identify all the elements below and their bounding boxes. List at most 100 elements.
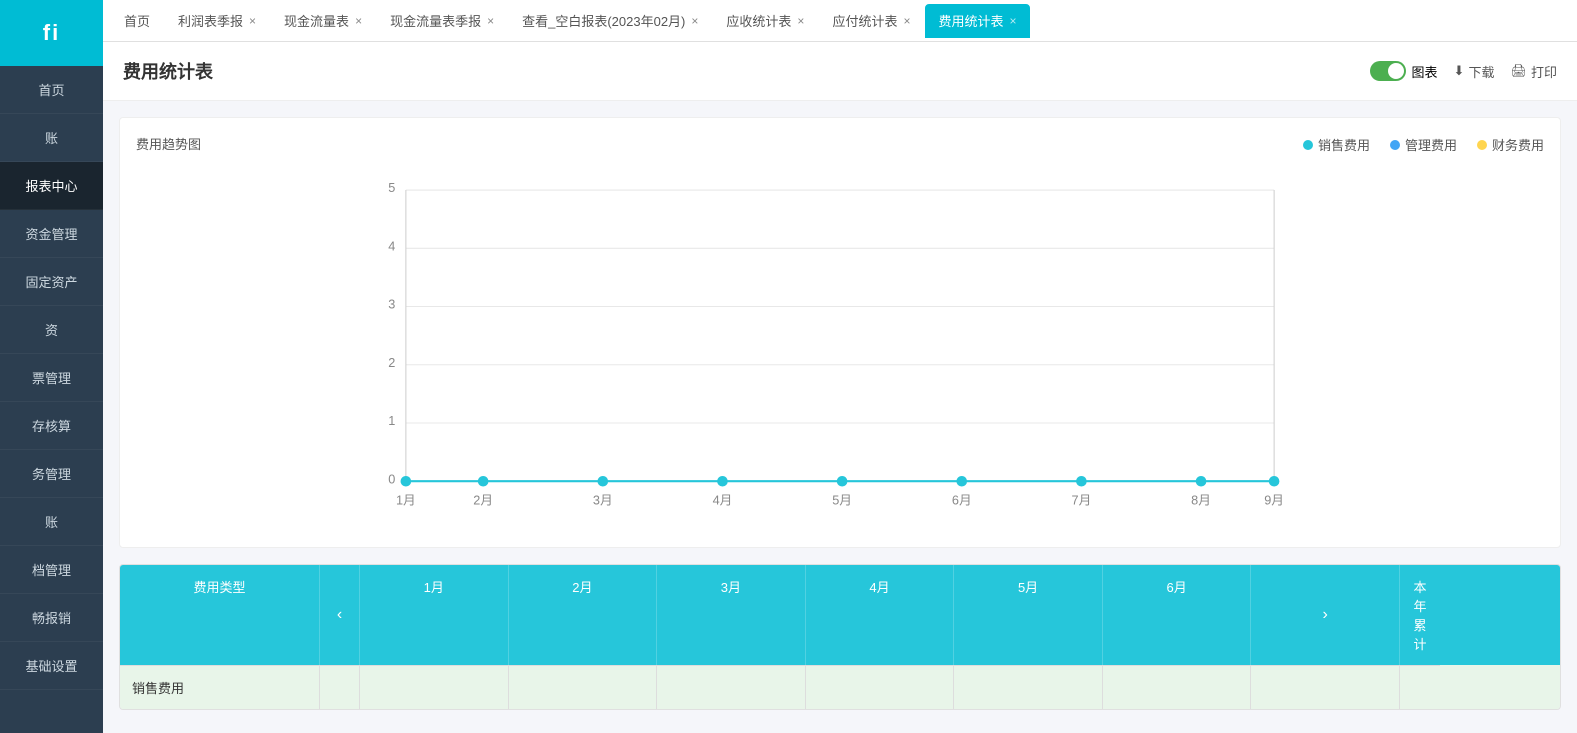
legend-admin: 管理费用 xyxy=(1390,135,1457,154)
legend-finance: 财务费用 xyxy=(1477,135,1544,154)
sidebar: fi 首页 账 报表中心 资金管理 固定资产 资 票管理 存核算 务管理 账 档… xyxy=(0,0,103,733)
sidebar-item-archive[interactable]: 档管理 xyxy=(0,546,103,594)
tab-home[interactable]: 首页 xyxy=(111,4,163,38)
sidebar-item-ledger[interactable]: 账 xyxy=(0,498,103,546)
tab-receivable-label: 应收统计表 xyxy=(726,11,791,30)
chart-area: 5 4 3 2 1 0 xyxy=(136,171,1544,531)
tab-cashflow-quarterly-close[interactable]: × xyxy=(487,14,494,28)
tab-bar: 首页 利润表季报 × 现金流量表 × 现金流量表季报 × 查看_空白报表(202… xyxy=(103,0,1577,42)
row-m1 xyxy=(360,665,509,709)
col-type: 费用类型 xyxy=(120,565,320,665)
tab-profit[interactable]: 利润表季报 × xyxy=(165,4,269,38)
sidebar-item-report[interactable]: 报表中心 xyxy=(0,162,103,210)
row-m5 xyxy=(954,665,1103,709)
col-prev[interactable]: ‹ xyxy=(320,565,360,665)
tab-payable[interactable]: 应付统计表 × xyxy=(819,4,923,38)
row-m3 xyxy=(657,665,806,709)
download-label: 下载 xyxy=(1468,62,1494,81)
tab-payable-label: 应付统计表 xyxy=(832,11,897,30)
svg-text:5: 5 xyxy=(388,181,395,195)
tab-expense[interactable]: 费用统计表 × xyxy=(925,4,1029,38)
legend-admin-dot xyxy=(1390,140,1400,150)
page-content: 费用统计表 图表 ⬇ 下载 🖨 打印 费用趋势图 xyxy=(103,42,1577,733)
tab-payable-close[interactable]: × xyxy=(903,14,910,28)
col-m3: 3月 xyxy=(657,565,806,665)
page-title: 费用统计表 xyxy=(123,58,213,84)
main-area: 首页 利润表季报 × 现金流量表 × 现金流量表季报 × 查看_空白报表(202… xyxy=(103,0,1577,733)
download-button[interactable]: ⬇ 下载 xyxy=(1454,62,1495,81)
download-icon: ⬇ xyxy=(1454,63,1465,79)
tab-blank-report[interactable]: 查看_空白报表(2023年02月) × xyxy=(509,4,711,38)
svg-text:8月: 8月 xyxy=(1191,494,1211,508)
col-next[interactable]: › xyxy=(1251,565,1400,665)
table-section: 费用类型 ‹ 1月 2月 3月 4月 5月 6月 › 本年累计 销售费用 xyxy=(119,564,1561,710)
row-nav xyxy=(320,665,360,709)
legend-sales-label: 销售费用 xyxy=(1318,135,1370,154)
sidebar-item-ticket[interactable]: 票管理 xyxy=(0,354,103,402)
tab-cashflow-label: 现金流量表 xyxy=(284,11,349,30)
table-header: 费用类型 ‹ 1月 2月 3月 4月 5月 6月 › 本年累计 xyxy=(120,565,1560,665)
row-m2 xyxy=(509,665,658,709)
legend-finance-dot xyxy=(1477,140,1487,150)
row-type: 销售费用 xyxy=(120,665,320,709)
tab-expense-close[interactable]: × xyxy=(1009,14,1016,28)
svg-text:1月: 1月 xyxy=(396,494,416,508)
tab-receivable[interactable]: 应收统计表 × xyxy=(713,4,817,38)
svg-text:9月: 9月 xyxy=(1264,494,1284,508)
col-m5: 5月 xyxy=(954,565,1103,665)
col-m2: 2月 xyxy=(509,565,658,665)
svg-text:5月: 5月 xyxy=(832,494,852,508)
svg-text:1: 1 xyxy=(388,414,395,428)
tab-cashflow-quarterly[interactable]: 现金流量表季报 × xyxy=(377,4,507,38)
chart-toggle-label: 图表 xyxy=(1412,62,1438,81)
sidebar-item-stock[interactable]: 存核算 xyxy=(0,402,103,450)
sidebar-item-service[interactable]: 务管理 xyxy=(0,450,103,498)
tab-cashflow-close[interactable]: × xyxy=(355,14,362,28)
tab-receivable-close[interactable]: × xyxy=(797,14,804,28)
svg-text:7月: 7月 xyxy=(1072,494,1092,508)
row-m4 xyxy=(806,665,955,709)
tab-blank-report-label: 查看_空白报表(2023年02月) xyxy=(522,11,685,30)
tab-home-label: 首页 xyxy=(124,11,150,30)
sidebar-item-salary[interactable]: 资 xyxy=(0,306,103,354)
chart-svg: 5 4 3 2 1 0 xyxy=(136,171,1544,531)
col-m4: 4月 xyxy=(806,565,955,665)
sidebar-item-home[interactable]: 首页 xyxy=(0,66,103,114)
legend-finance-label: 财务费用 xyxy=(1492,135,1544,154)
col-m1: 1月 xyxy=(360,565,509,665)
sidebar-item-fund[interactable]: 资金管理 xyxy=(0,210,103,258)
print-button[interactable]: 🖨 打印 xyxy=(1510,62,1557,81)
chart-section: 费用趋势图 销售费用 管理费用 财务费用 xyxy=(119,117,1561,548)
chart-toggle[interactable] xyxy=(1370,61,1406,81)
sidebar-logo: fi xyxy=(0,0,103,66)
svg-text:6月: 6月 xyxy=(952,494,972,508)
print-icon: 🖨 xyxy=(1510,63,1527,79)
row-nav2 xyxy=(1251,665,1400,709)
tab-expense-label: 费用统计表 xyxy=(938,11,1003,30)
page-header: 费用统计表 图表 ⬇ 下载 🖨 打印 xyxy=(103,42,1577,101)
svg-text:0: 0 xyxy=(388,472,395,486)
svg-text:3月: 3月 xyxy=(593,494,613,508)
tab-blank-report-close[interactable]: × xyxy=(691,14,698,28)
tab-cashflow[interactable]: 现金流量表 × xyxy=(271,4,375,38)
svg-text:4月: 4月 xyxy=(713,494,733,508)
row-m6 xyxy=(1103,665,1252,709)
col-total: 本年累计 xyxy=(1400,565,1440,665)
table-row: 销售费用 xyxy=(120,665,1560,709)
sidebar-item-sales[interactable]: 畅报销 xyxy=(0,594,103,642)
svg-text:4: 4 xyxy=(388,239,395,253)
sidebar-item-settings[interactable]: 基础设置 xyxy=(0,642,103,690)
chart-legend: 销售费用 管理费用 财务费用 xyxy=(1303,135,1544,154)
header-actions: 图表 ⬇ 下载 🖨 打印 xyxy=(1370,61,1557,81)
chart-toggle-wrap: 图表 xyxy=(1370,61,1438,81)
svg-text:2月: 2月 xyxy=(473,494,493,508)
chart-title: 费用趋势图 xyxy=(136,134,201,153)
tab-cashflow-quarterly-label: 现金流量表季报 xyxy=(390,11,481,30)
row-total xyxy=(1400,665,1440,709)
legend-admin-label: 管理费用 xyxy=(1405,135,1457,154)
col-m6: 6月 xyxy=(1103,565,1252,665)
tab-profit-close[interactable]: × xyxy=(249,14,256,28)
svg-text:3: 3 xyxy=(388,298,395,312)
sidebar-item-account[interactable]: 账 xyxy=(0,114,103,162)
sidebar-item-asset[interactable]: 固定资产 xyxy=(0,258,103,306)
